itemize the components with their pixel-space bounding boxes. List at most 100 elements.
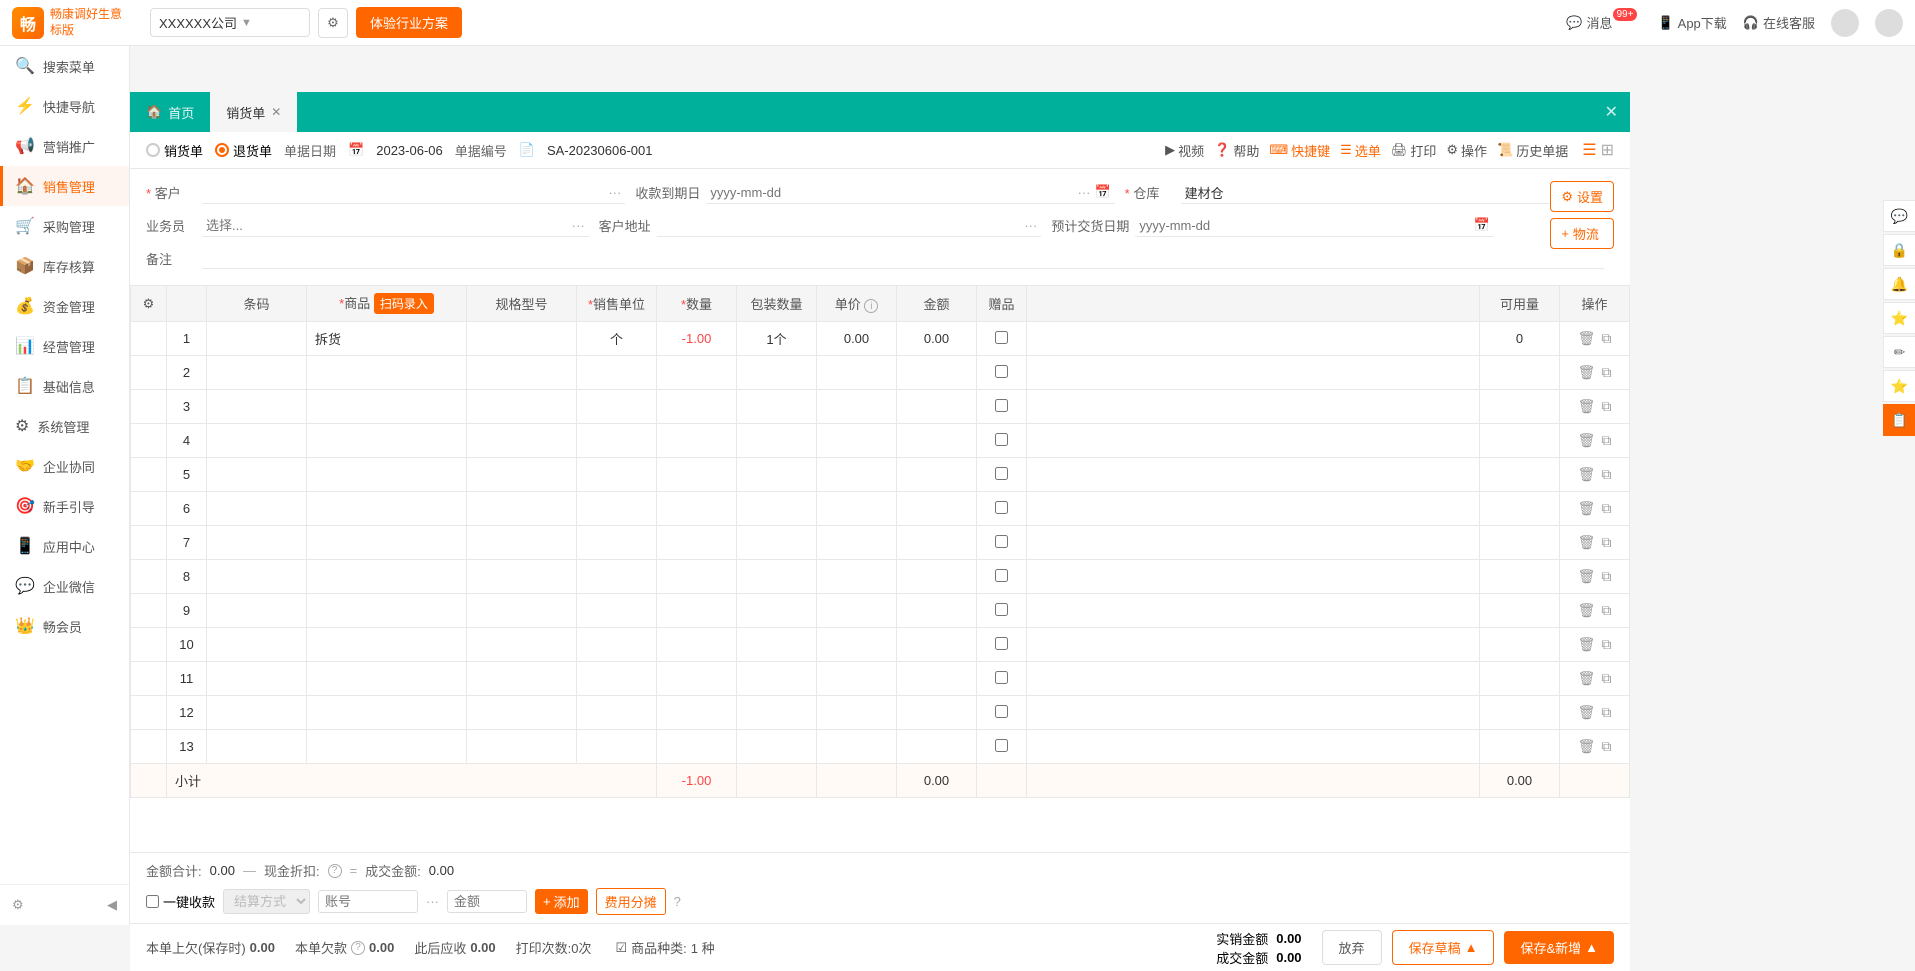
- radio-sales[interactable]: 销货单: [146, 141, 203, 160]
- copy-icon[interactable]: ⧉: [1601, 364, 1611, 381]
- sidebar-item-basic[interactable]: 📋 基础信息: [0, 366, 129, 406]
- sidebar-item-operations[interactable]: 📊 经营管理: [0, 326, 129, 366]
- rf-btn-7[interactable]: 📋: [1883, 404, 1915, 436]
- th-gear[interactable]: ⚙: [131, 286, 167, 322]
- address-input-wrap[interactable]: ···: [657, 215, 1042, 237]
- tab-close-icon[interactable]: ✕: [271, 105, 281, 119]
- history-action[interactable]: 📜 历史单据: [1497, 141, 1568, 160]
- tab-sales-order[interactable]: 销货单 ✕: [210, 92, 297, 132]
- delete-icon[interactable]: 🗑: [1578, 738, 1596, 755]
- discard-button[interactable]: 放弃: [1322, 930, 1382, 965]
- save-new-button[interactable]: 保存&新增 ▲: [1504, 931, 1614, 964]
- delete-icon[interactable]: 🗑: [1578, 500, 1596, 517]
- copy-icon[interactable]: ⧉: [1601, 568, 1611, 585]
- warehouse-input[interactable]: [1185, 185, 1587, 200]
- payment-due-input-wrap[interactable]: ··· 📅: [706, 181, 1114, 204]
- close-icon[interactable]: ✕: [1605, 102, 1618, 122]
- td-spec-1[interactable]: [467, 322, 577, 356]
- copy-row-1-icon[interactable]: ⧉: [1601, 330, 1611, 347]
- calendar-payment-icon[interactable]: 📅: [1094, 184, 1110, 200]
- sidebar-item-system[interactable]: ⚙ 系统管理: [0, 406, 129, 446]
- td-amount-1[interactable]: 0.00: [897, 322, 977, 356]
- operate-action[interactable]: ⚙ 操作: [1446, 141, 1487, 160]
- delete-icon[interactable]: 🗑: [1578, 568, 1596, 585]
- warehouse-input-wrap[interactable]: ···: [1181, 182, 1604, 204]
- delete-icon[interactable]: 🗑: [1578, 534, 1596, 551]
- expected-date-input[interactable]: [1139, 218, 1469, 233]
- remark-input-wrap[interactable]: [202, 247, 1604, 269]
- settings-icon-button[interactable]: ⚙: [318, 8, 348, 38]
- checkbox-product-type[interactable]: ☑: [615, 940, 627, 956]
- form-settings-button[interactable]: ⚙ 设置: [1550, 181, 1614, 212]
- user-avatar-2[interactable]: [1875, 9, 1903, 37]
- sidebar-item-finance[interactable]: 💰 资金管理: [0, 286, 129, 326]
- chevron-up-new-icon[interactable]: ▲: [1585, 940, 1598, 955]
- salesperson-input-wrap[interactable]: ···: [202, 215, 589, 237]
- remark-input[interactable]: [206, 250, 1600, 265]
- copy-icon[interactable]: ⧉: [1601, 432, 1611, 449]
- td-gift-1[interactable]: [977, 322, 1027, 356]
- delete-icon[interactable]: 🗑: [1578, 636, 1596, 653]
- delete-icon[interactable]: 🗑: [1578, 670, 1596, 687]
- payment-due-input[interactable]: [710, 185, 1077, 200]
- customer-input[interactable]: [206, 185, 608, 200]
- copy-icon[interactable]: ⧉: [1601, 704, 1611, 721]
- delete-row-1-icon[interactable]: 🗑: [1578, 330, 1596, 347]
- customer-input-wrap[interactable]: ···: [202, 182, 625, 204]
- td-unit-1[interactable]: 个: [577, 322, 657, 356]
- sidebar-item-search[interactable]: 🔍 搜索菜单: [0, 46, 129, 86]
- copy-icon[interactable]: ⧉: [1601, 534, 1611, 551]
- copy-icon[interactable]: ⧉: [1601, 500, 1611, 517]
- rf-btn-6[interactable]: ⭐: [1883, 370, 1915, 402]
- sidebar-item-marketing[interactable]: 📢 营销推广: [0, 126, 129, 166]
- sidebar-item-inventory[interactable]: 📦 库存核算: [0, 246, 129, 286]
- online-service-button[interactable]: 🎧 在线客服: [1743, 13, 1815, 32]
- rf-btn-5[interactable]: ✏: [1883, 336, 1915, 368]
- rf-btn-3[interactable]: 🔔: [1883, 268, 1915, 300]
- rf-btn-1[interactable]: 💬: [1883, 200, 1915, 232]
- rf-btn-2[interactable]: 🔒: [1883, 234, 1915, 266]
- gift-checkbox-1[interactable]: [995, 331, 1008, 344]
- logistics-button[interactable]: + 物流: [1550, 218, 1614, 249]
- sidebar-item-guide[interactable]: 🎯 新手引导: [0, 486, 129, 526]
- sidebar-item-sales[interactable]: 🏠 销售管理: [0, 166, 129, 206]
- settings-bottom-icon[interactable]: ⚙: [8, 893, 28, 917]
- view-grid-icon[interactable]: ⊞: [1601, 140, 1614, 160]
- radio-return[interactable]: 退货单: [215, 141, 272, 160]
- delete-icon[interactable]: 🗑: [1578, 398, 1596, 415]
- delete-icon[interactable]: 🗑: [1578, 364, 1596, 381]
- td-price-1[interactable]: 0.00: [817, 322, 897, 356]
- message-button[interactable]: 💬 消息 99+: [1566, 13, 1641, 32]
- sidebar-item-purchase[interactable]: 🛒 采购管理: [0, 206, 129, 246]
- address-input[interactable]: [661, 218, 1025, 233]
- td-barcode-1[interactable]: [207, 322, 307, 356]
- info-owed-icon[interactable]: ?: [351, 941, 365, 955]
- calendar-expected-icon[interactable]: 📅: [1474, 217, 1490, 233]
- expected-date-input-wrap[interactable]: 📅: [1135, 214, 1494, 237]
- app-download-button[interactable]: 📱 App下载: [1657, 13, 1726, 32]
- price-info-icon[interactable]: i: [864, 299, 878, 313]
- payment-due-dots-icon[interactable]: ···: [1077, 185, 1090, 200]
- salesperson-input[interactable]: [206, 218, 572, 233]
- select-action[interactable]: ☰ 选单: [1340, 141, 1381, 160]
- account-input[interactable]: [318, 890, 418, 913]
- calendar-icon[interactable]: 📅: [348, 142, 364, 158]
- copy-icon[interactable]: ⧉: [1601, 602, 1611, 619]
- sidebar-item-wechat[interactable]: 💬 企业微信: [0, 566, 129, 606]
- address-dots-icon[interactable]: ···: [1024, 218, 1037, 233]
- td-qty-1[interactable]: -1.00: [657, 322, 737, 356]
- td-notes-1[interactable]: [1027, 322, 1480, 356]
- add-payment-button[interactable]: + 添加: [535, 889, 588, 914]
- sidebar-item-apps[interactable]: 📱 应用中心: [0, 526, 129, 566]
- sidebar-item-vip[interactable]: 👑 畅会员: [0, 606, 129, 646]
- trial-button[interactable]: 体验行业方案: [356, 7, 462, 38]
- td-pkgqty-1[interactable]: 1个: [737, 322, 817, 356]
- copy-icon[interactable]: ⧉: [1601, 670, 1611, 687]
- delete-icon[interactable]: 🗑: [1578, 704, 1596, 721]
- copy-icon[interactable]: ⧉: [1601, 466, 1611, 483]
- copy-icon[interactable]: ⧉: [1601, 738, 1611, 755]
- copy-icon[interactable]: ⧉: [1601, 636, 1611, 653]
- discount-info-icon[interactable]: ?: [328, 864, 342, 878]
- print-action[interactable]: 🖨 打印: [1391, 141, 1437, 160]
- delete-icon[interactable]: 🗑: [1578, 602, 1596, 619]
